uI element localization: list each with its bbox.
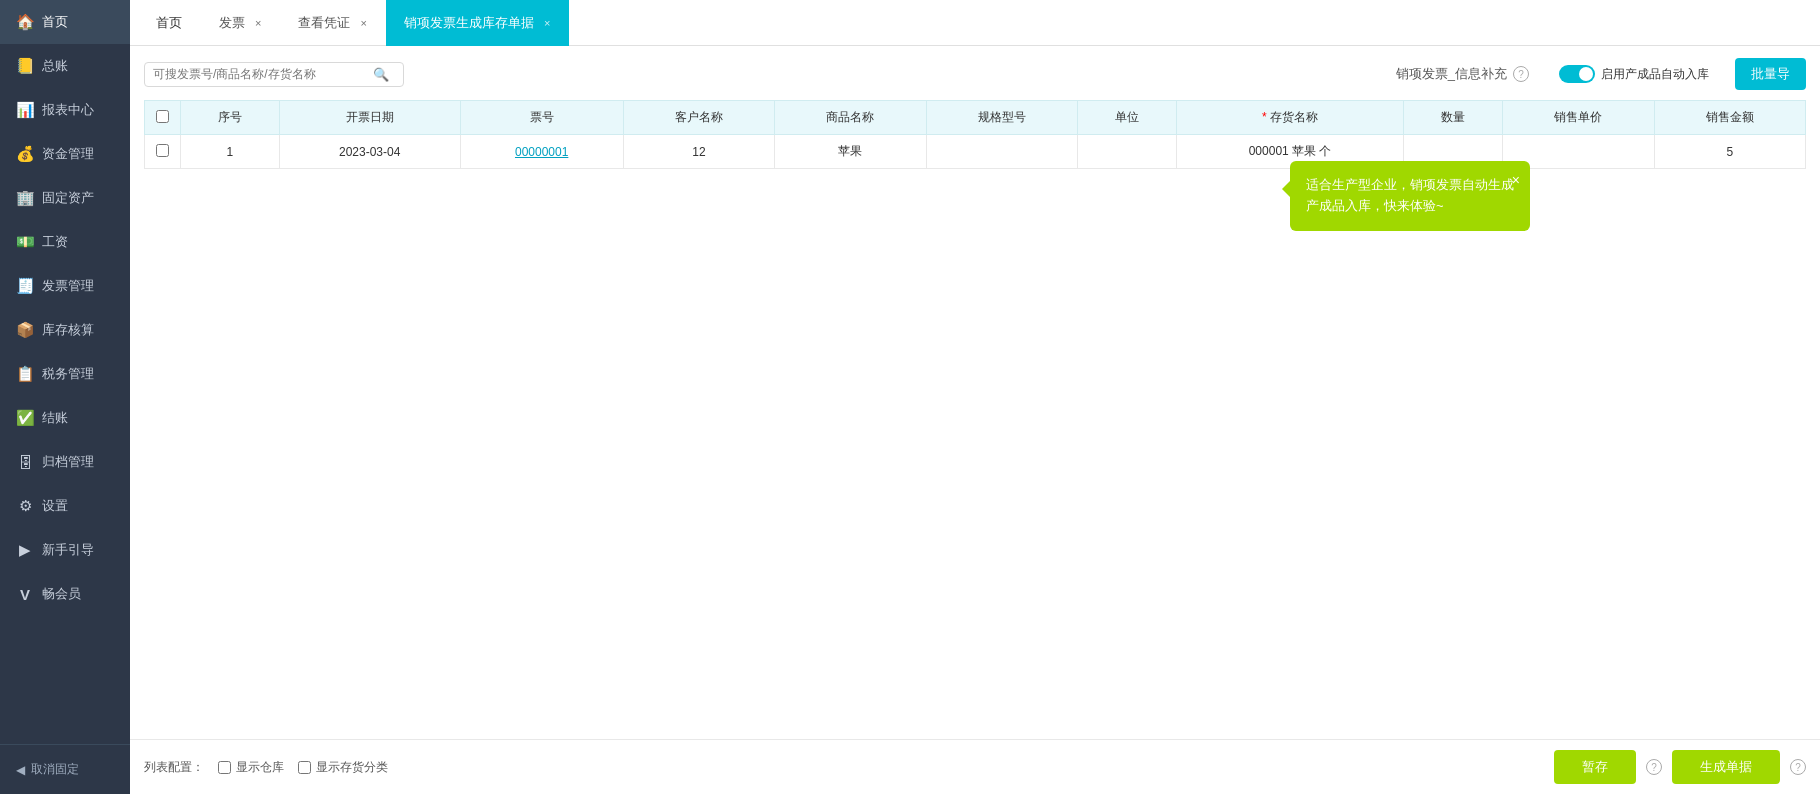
inventory-icon: 📦 [16, 321, 34, 339]
invoice-icon: 🧾 [16, 277, 34, 295]
cell-amount: 5 [1654, 135, 1806, 169]
sidebar-item-reports[interactable]: 📊 报表中心 [0, 88, 130, 132]
cell-seq: 1 [181, 135, 280, 169]
sidebar-item-ledger[interactable]: 📒 总账 [0, 44, 130, 88]
sidebar-item-vip[interactable]: V 畅会员 [0, 572, 130, 616]
th-number: 票号 [460, 101, 623, 135]
bottom-actions: 暂存 ? 生成单据 ? [1554, 750, 1806, 784]
guide-icon: ▶ [16, 541, 34, 559]
salary-icon: 💵 [16, 233, 34, 251]
toggle-area: 启用产成品自动入库 [1559, 65, 1709, 83]
save-button[interactable]: 暂存 [1554, 750, 1636, 784]
sidebar-bottom: ◀ 取消固定 [0, 744, 130, 794]
sidebar-item-settings[interactable]: ⚙ 设置 [0, 484, 130, 528]
save-help-icon[interactable]: ? [1646, 759, 1662, 775]
th-checkbox [145, 101, 181, 135]
toolbar: 🔍 销项发票_信息补充 ? 启用产成品自动入库 批量导 [144, 58, 1806, 90]
unpin-icon: ◀ [16, 763, 25, 777]
cell-unit [1078, 135, 1177, 169]
th-qty: 数量 [1404, 101, 1503, 135]
home-icon: 🏠 [16, 13, 34, 31]
show-warehouse-checkbox[interactable] [218, 761, 231, 774]
cell-product: 苹果 [775, 135, 926, 169]
tab-invoice-close[interactable]: × [255, 17, 261, 29]
th-stock: * 存货名称 [1176, 101, 1404, 135]
sidebar-item-guide[interactable]: ▶ 新手引导 [0, 528, 130, 572]
info-label: 销项发票_信息补充 [1396, 65, 1507, 83]
main: 首页 发票 × 查看凭证 × 销项发票生成库存单据 × 🔍 销项发票_信息补充 [130, 0, 1820, 794]
tab-home[interactable]: 首页 [138, 0, 201, 46]
th-date: 开票日期 [279, 101, 460, 135]
cell-spec [926, 135, 1077, 169]
th-spec: 规格型号 [926, 101, 1077, 135]
search-icon: 🔍 [373, 67, 389, 82]
th-unit-price: 销售单价 [1503, 101, 1654, 135]
bottom-bar: 列表配置： 显示仓库 显示存货分类 暂存 ? 生成单据 ? [130, 739, 1820, 794]
sidebar-item-salary[interactable]: 💵 工资 [0, 220, 130, 264]
tooltip-close-button[interactable]: × [1512, 169, 1520, 191]
ledger-icon: 📒 [16, 57, 34, 75]
sidebar-item-settle[interactable]: ✅ 结账 [0, 396, 130, 440]
data-table: 序号 开票日期 票号 客户名称 商品名称 规格型号 单位 * 存货名称 数量 销… [144, 100, 1806, 169]
select-all-checkbox[interactable] [156, 110, 169, 123]
generate-button[interactable]: 生成单据 [1672, 750, 1780, 784]
list-config-label: 列表配置： [144, 759, 204, 776]
main-wrapper: 🔍 销项发票_信息补充 ? 启用产成品自动入库 批量导 [130, 46, 1820, 794]
sidebar: 🏠 首页 📒 总账 📊 报表中心 💰 资金管理 🏢 固定资产 💵 工资 🧾 发票… [0, 0, 130, 794]
th-customer: 客户名称 [623, 101, 774, 135]
funds-icon: 💰 [16, 145, 34, 163]
tab-stock-entry-close[interactable]: × [544, 17, 550, 29]
sidebar-item-invoice[interactable]: 🧾 发票管理 [0, 264, 130, 308]
sidebar-item-assets[interactable]: 🏢 固定资产 [0, 176, 130, 220]
tax-icon: 📋 [16, 365, 34, 383]
th-amount: 销售金额 [1654, 101, 1806, 135]
search-input[interactable] [153, 67, 373, 81]
sidebar-item-home[interactable]: 🏠 首页 [0, 0, 130, 44]
show-category-checkbox-item[interactable]: 显示存货分类 [298, 759, 388, 776]
table-header-row: 序号 开票日期 票号 客户名称 商品名称 规格型号 单位 * 存货名称 数量 销… [145, 101, 1806, 135]
batch-import-button[interactable]: 批量导 [1735, 58, 1806, 90]
auto-warehousing-toggle[interactable] [1559, 65, 1595, 83]
tab-voucher-close[interactable]: × [360, 17, 366, 29]
tab-bar: 首页 发票 × 查看凭证 × 销项发票生成库存单据 × [130, 0, 1820, 46]
show-warehouse-checkbox-item[interactable]: 显示仓库 [218, 759, 284, 776]
th-unit: 单位 [1078, 101, 1177, 135]
reports-icon: 📊 [16, 101, 34, 119]
info-help-icon[interactable]: ? [1513, 66, 1529, 82]
unpin-button[interactable]: ◀ 取消固定 [0, 753, 130, 786]
sidebar-item-tax[interactable]: 📋 税务管理 [0, 352, 130, 396]
toggle-label: 启用产成品自动入库 [1601, 66, 1709, 83]
sidebar-item-inventory[interactable]: 📦 库存核算 [0, 308, 130, 352]
settle-icon: ✅ [16, 409, 34, 427]
archive-icon: 🗄 [16, 454, 34, 471]
vip-icon: V [16, 586, 34, 603]
tab-voucher[interactable]: 查看凭证 × [280, 0, 385, 46]
gen-help-icon[interactable]: ? [1790, 759, 1806, 775]
sidebar-item-funds[interactable]: 💰 资金管理 [0, 132, 130, 176]
show-category-checkbox[interactable] [298, 761, 311, 774]
search-box[interactable]: 🔍 [144, 62, 404, 87]
tab-invoice[interactable]: 发票 × [201, 0, 280, 46]
show-category-label: 显示存货分类 [316, 759, 388, 776]
assets-icon: 🏢 [16, 189, 34, 207]
settings-icon: ⚙ [16, 497, 34, 515]
tooltip-text: 适合生产型企业，销项发票自动生成产成品入库，快来体验~ [1306, 177, 1514, 213]
row-checkbox[interactable] [156, 144, 169, 157]
cell-number[interactable]: 00000001 [460, 135, 623, 169]
table-row: 1 2023-03-04 00000001 12 苹果 000001 苹果 个 … [145, 135, 1806, 169]
th-seq: 序号 [181, 101, 280, 135]
tab-stock-entry[interactable]: 销项发票生成库存单据 × [386, 0, 569, 46]
info-section: 销项发票_信息补充 ? [1396, 65, 1529, 83]
sidebar-item-archive[interactable]: 🗄 归档管理 [0, 440, 130, 484]
th-product: 商品名称 [775, 101, 926, 135]
cell-checkbox [145, 135, 181, 169]
cell-customer: 12 [623, 135, 774, 169]
cell-date: 2023-03-04 [279, 135, 460, 169]
show-warehouse-label: 显示仓库 [236, 759, 284, 776]
content-area: 🔍 销项发票_信息补充 ? 启用产成品自动入库 批量导 [130, 46, 1820, 739]
tooltip-popup: × 适合生产型企业，销项发票自动生成产成品入库，快来体验~ [1290, 161, 1530, 231]
